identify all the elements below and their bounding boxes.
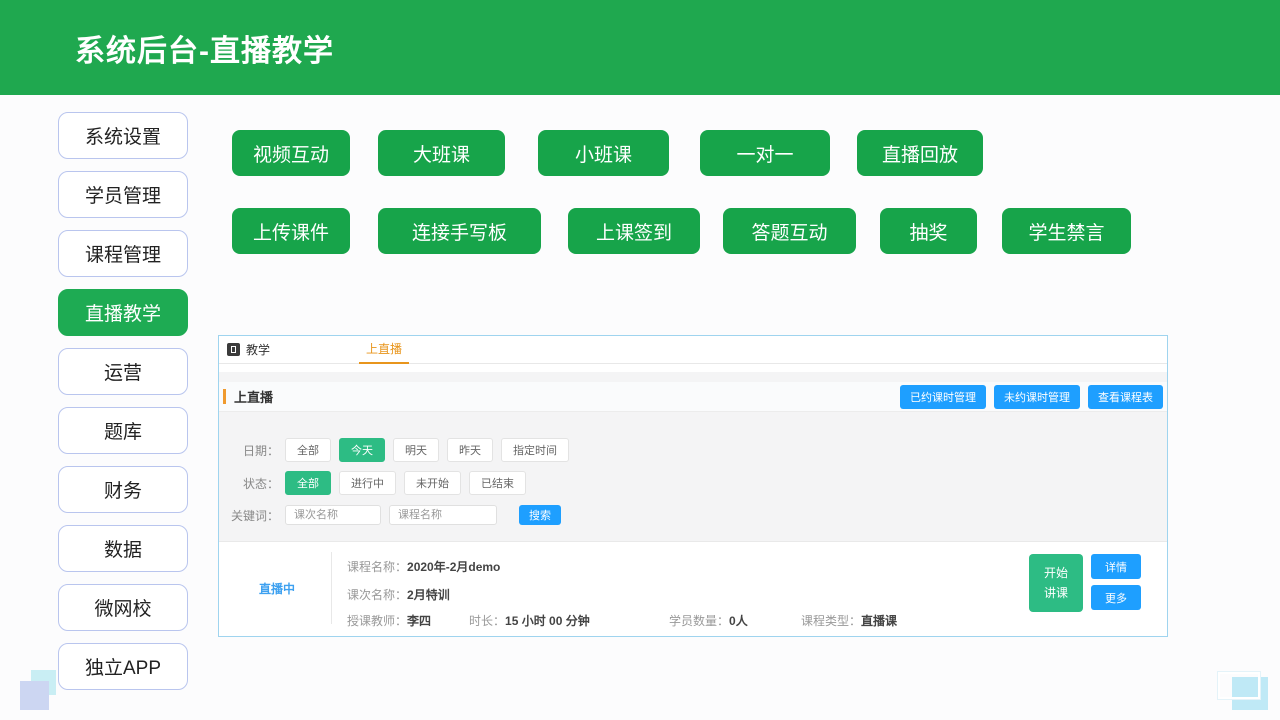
- date-chip-all[interactable]: 全部: [285, 438, 331, 462]
- sidebar-item-micro-school[interactable]: 微网校: [58, 584, 188, 631]
- lesson-name-line: 课次名称：2月特训: [347, 586, 450, 603]
- feature-button-class-signin[interactable]: 上课签到: [568, 208, 700, 254]
- course-type-value: 直播课: [861, 614, 897, 628]
- filter-row-keyword: 关键词： 搜索: [219, 504, 1167, 526]
- duration-meta: 时长：15 小时 00 分钟: [469, 612, 590, 629]
- feature-button-one-on-one[interactable]: 一对一: [700, 130, 830, 176]
- course-name-label: 课程名称：: [347, 560, 407, 574]
- teaching-app-icon: [227, 343, 240, 356]
- booked-hours-button[interactable]: 已约课时管理: [900, 385, 986, 409]
- more-button[interactable]: 更多: [1091, 585, 1141, 610]
- panel-tabbar: 教学 上直播: [219, 336, 1167, 364]
- course-row: 直播中 课程名称：2020年-2月demo 课次名称：2月特训 授课教师：李四 …: [219, 541, 1167, 636]
- status-chip-in-progress[interactable]: 进行中: [339, 471, 396, 495]
- section-header: 上直播 已约课时管理 未约课时管理 查看课程表: [219, 382, 1167, 412]
- feature-button-upload-courseware[interactable]: 上传课件: [232, 208, 350, 254]
- section-actions: 已约课时管理 未约课时管理 查看课程表: [900, 385, 1167, 409]
- sidebar-item-operations[interactable]: 运营: [58, 348, 188, 395]
- live-status-badge: 直播中: [259, 580, 295, 597]
- search-button[interactable]: 搜索: [519, 505, 561, 525]
- sidebar-item-student-management[interactable]: 学员管理: [58, 171, 188, 218]
- keyword-inputs: 搜索: [285, 505, 561, 525]
- feature-button-connect-tablet[interactable]: 连接手写板: [378, 208, 541, 254]
- sidebar-item-finance[interactable]: 财务: [58, 466, 188, 513]
- sidebar-item-system-settings[interactable]: 系统设置: [58, 112, 188, 159]
- status-chip-ended[interactable]: 已结束: [469, 471, 526, 495]
- start-teaching-button[interactable]: 开始讲课: [1029, 554, 1083, 612]
- decoration-square-outline-right: [1218, 672, 1260, 699]
- page-title: 系统后台-直播教学: [75, 26, 334, 70]
- unbooked-hours-button[interactable]: 未约课时管理: [994, 385, 1080, 409]
- lesson-name-input[interactable]: [285, 505, 381, 525]
- filter-row-date: 日期： 全部 今天 明天 昨天 指定时间: [219, 439, 1167, 461]
- date-chip-yesterday[interactable]: 昨天: [447, 438, 493, 462]
- sidebar-item-course-management[interactable]: 课程管理: [58, 230, 188, 277]
- sidebar-item-question-bank[interactable]: 题库: [58, 407, 188, 454]
- feature-button-live-replay[interactable]: 直播回放: [857, 130, 983, 176]
- date-filter-label: 日期：: [219, 442, 279, 459]
- course-name-input[interactable]: [389, 505, 497, 525]
- admin-panel: 教学 上直播 上直播 已约课时管理 未约课时管理 查看课程表 日期： 全部 今天…: [218, 335, 1168, 637]
- keyword-filter-label: 关键词：: [219, 507, 279, 524]
- status-filter-label: 状态：: [219, 475, 279, 492]
- decoration-square-lavender-left: [20, 681, 49, 710]
- course-name-value: 2020年-2月demo: [407, 560, 500, 574]
- page-header: 系统后台-直播教学: [0, 0, 1280, 95]
- date-filter-chips: 全部 今天 明天 昨天 指定时间: [285, 438, 569, 462]
- status-filter-chips: 全部 进行中 未开始 已结束: [285, 471, 526, 495]
- course-type-label: 课程类型：: [801, 614, 861, 628]
- feature-button-small-class[interactable]: 小班课: [538, 130, 669, 176]
- row-divider: [331, 552, 332, 624]
- detail-button[interactable]: 详情: [1091, 554, 1141, 579]
- course-name-line: 课程名称：2020年-2月demo: [347, 558, 500, 575]
- teacher-value: 李四: [407, 614, 431, 628]
- lesson-name-label: 课次名称：: [347, 588, 407, 602]
- teacher-meta: 授课教师：李四: [347, 612, 431, 629]
- feature-button-video-interaction[interactable]: 视频互动: [232, 130, 350, 176]
- course-type-meta: 课程类型：直播课: [801, 612, 897, 629]
- teacher-label: 授课教师：: [347, 614, 407, 628]
- student-count-label: 学员数量：: [669, 614, 729, 628]
- panel-body: 上直播 已约课时管理 未约课时管理 查看课程表 日期： 全部 今天 明天 昨天 …: [219, 372, 1167, 636]
- sidebar-item-standalone-app[interactable]: 独立APP: [58, 643, 188, 690]
- app-label: 教学: [246, 341, 270, 358]
- date-chip-tomorrow[interactable]: 明天: [393, 438, 439, 462]
- section-title: 上直播: [234, 387, 273, 406]
- duration-value: 15 小时 00 分钟: [505, 614, 590, 628]
- lesson-name-value: 2月特训: [407, 588, 450, 602]
- tab-go-live[interactable]: 上直播: [359, 336, 409, 364]
- student-count-meta: 学员数量：0人: [669, 612, 748, 629]
- date-chip-custom-time[interactable]: 指定时间: [501, 438, 569, 462]
- section-accent-bar: [223, 389, 226, 404]
- date-chip-today[interactable]: 今天: [339, 438, 385, 462]
- feature-button-quiz-interaction[interactable]: 答题互动: [723, 208, 856, 254]
- feature-button-large-class[interactable]: 大班课: [378, 130, 505, 176]
- status-chip-not-started[interactable]: 未开始: [404, 471, 461, 495]
- view-schedule-button[interactable]: 查看课程表: [1088, 385, 1163, 409]
- duration-label: 时长：: [469, 614, 505, 628]
- sidebar: 系统设置 学员管理 课程管理 直播教学 运营 题库 财务 数据 微网校 独立AP…: [58, 112, 188, 702]
- sidebar-item-live-teaching[interactable]: 直播教学: [58, 289, 188, 336]
- filter-row-status: 状态： 全部 进行中 未开始 已结束: [219, 472, 1167, 494]
- feature-button-mute-students[interactable]: 学生禁言: [1002, 208, 1131, 254]
- student-count-value: 0人: [729, 614, 748, 628]
- sidebar-item-data[interactable]: 数据: [58, 525, 188, 572]
- status-chip-all[interactable]: 全部: [285, 471, 331, 495]
- feature-button-lottery[interactable]: 抽奖: [880, 208, 977, 254]
